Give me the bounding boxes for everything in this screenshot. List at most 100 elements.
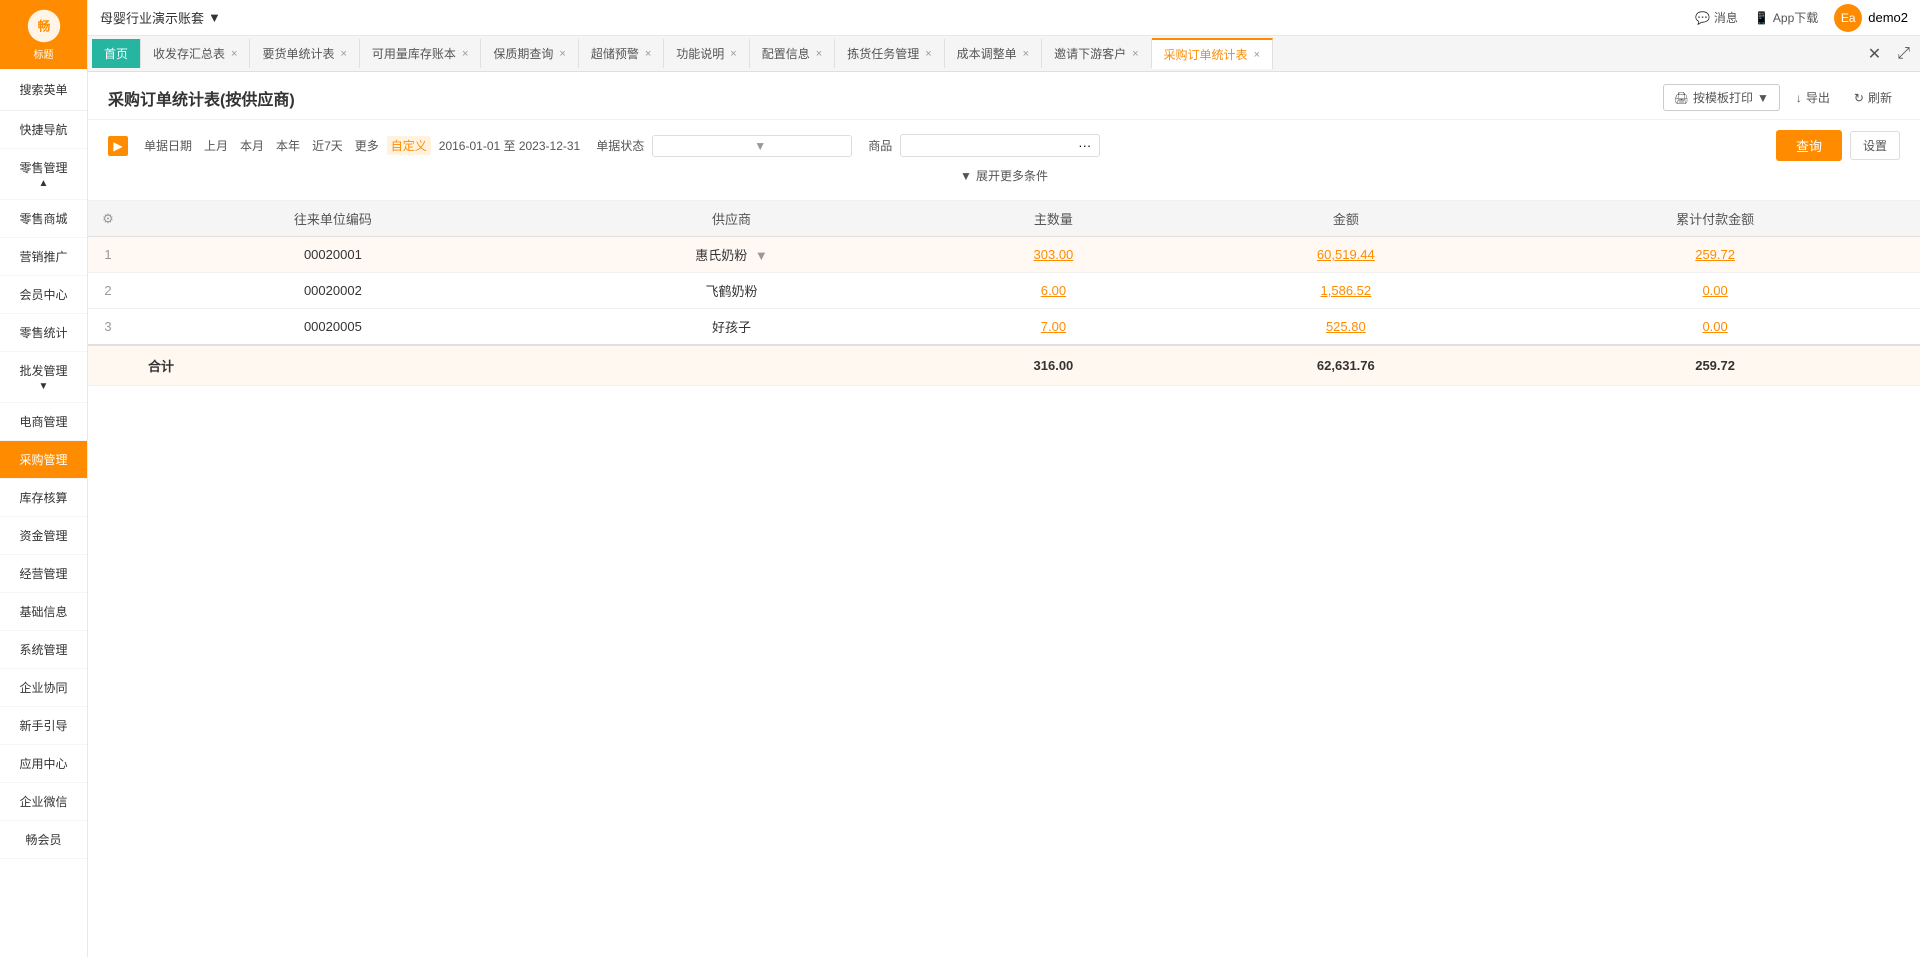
date-this-year-button[interactable]: 本年 xyxy=(272,136,304,155)
tab-yaoqingxiayouke[interactable]: 邀请下游客户 × xyxy=(1042,39,1151,68)
tab-caigoudingtong-close-icon[interactable]: × xyxy=(1254,49,1260,61)
status-select-icon: ▼ xyxy=(754,139,843,153)
tab-shoufafahuizi-close-icon[interactable]: × xyxy=(231,48,237,60)
sidebar-item-ops[interactable]: 经营管理 xyxy=(0,555,87,593)
tab-peizhixinxi-label: 配置信息 xyxy=(762,45,810,62)
col-paid-label: 累计付款金额 xyxy=(1676,212,1754,227)
tab-keyongliang-close-icon[interactable]: × xyxy=(462,48,468,60)
sidebar-item-vip[interactable]: 畅会员 xyxy=(0,821,87,859)
sidebar-item-finance[interactable]: 资金管理 xyxy=(0,517,87,555)
tab-baoyuqi-close-icon[interactable]: × xyxy=(559,48,565,60)
row-paid[interactable]: 0.00 xyxy=(1510,273,1920,309)
workspace-selector[interactable]: 母婴行业演示账套 ▼ xyxy=(100,8,221,27)
row-amount[interactable]: 60,519.44 xyxy=(1181,237,1510,273)
sidebar-item-wechat[interactable]: 企业微信 xyxy=(0,783,87,821)
retail-shop-label: 零售商城 xyxy=(19,210,67,227)
sidebar-item-inventory[interactable]: 库存核算 xyxy=(0,479,87,517)
tab-chengbentiaozhen[interactable]: 成本调整单 × xyxy=(945,39,1042,68)
tab-keyongliang[interactable]: 可用量库存账本 × xyxy=(360,39,481,68)
sidebar-item-purchase[interactable]: 采购管理 xyxy=(0,441,87,479)
sidebar-item-appcenter[interactable]: 应用中心 xyxy=(0,745,87,783)
tab-peizhixinxi[interactable]: 配置信息 × xyxy=(750,39,835,68)
tab-shoufafahuizi[interactable]: 收发存汇总表 × xyxy=(141,39,250,68)
row-qty[interactable]: 6.00 xyxy=(925,273,1181,309)
tab-yaoqingxiayouke-close-icon[interactable]: × xyxy=(1132,48,1138,60)
sidebar-item-basic[interactable]: 基础信息 xyxy=(0,593,87,631)
tab-gongneng[interactable]: 功能说明 × xyxy=(664,39,749,68)
footer-empty xyxy=(88,345,128,386)
corp-label: 企业协同 xyxy=(19,679,67,696)
date-7days-button[interactable]: 近7天 xyxy=(308,136,347,155)
table-settings-icon[interactable]: ⚙ xyxy=(102,211,114,226)
date-prev-month-button[interactable]: 上月 xyxy=(200,136,232,155)
tab-paihuorenwu-close-icon[interactable]: × xyxy=(925,48,931,60)
print-dropdown-icon: ▼ xyxy=(1757,91,1769,105)
tab-yaohuo[interactable]: 要货单统计表 × xyxy=(250,39,359,68)
expand-more-label: 展开更多条件 xyxy=(976,167,1048,184)
page-actions: 🖨 按模板打印 ▼ ↓ 导出 ↻ 刷新 xyxy=(1663,84,1900,111)
tab-yaoqingxiayouke-label: 邀请下游客户 xyxy=(1054,45,1126,62)
tab-gongneng-close-icon[interactable]: × xyxy=(730,48,736,60)
date-this-month-button[interactable]: 本月 xyxy=(236,136,268,155)
row-paid[interactable]: 259.72 xyxy=(1510,237,1920,273)
topbar: 母婴行业演示账套 ▼ 💬 消息 📱 App下载 Ea demo2 xyxy=(88,0,1920,36)
date-custom-badge[interactable]: 自定义 xyxy=(387,136,431,155)
goods-search-input[interactable] xyxy=(909,139,1074,153)
newbie-label: 新手引导 xyxy=(19,717,67,734)
sidebar-item-system[interactable]: 系统管理 xyxy=(0,631,87,669)
tab-chaochuyujing-close-icon[interactable]: × xyxy=(645,48,651,60)
tab-peizhixinxi-close-icon[interactable]: × xyxy=(816,48,822,60)
sidebar-item-marketing[interactable]: 营销推广 xyxy=(0,238,87,276)
export-button[interactable]: ↓ 导出 xyxy=(1788,85,1838,110)
app-icon: 📱 xyxy=(1754,11,1769,25)
tab-close-all-button[interactable]: ✕ xyxy=(1862,42,1887,66)
sidebar-item-ecommerce[interactable]: 电商管理 xyxy=(0,403,87,441)
expand-row-icon[interactable]: ▼ xyxy=(755,248,768,263)
sidebar-item-retail-shop[interactable]: 零售商城 xyxy=(0,200,87,238)
filter-toggle-button[interactable]: ▶ xyxy=(108,136,128,156)
message-button[interactable]: 💬 消息 xyxy=(1695,9,1738,26)
tabbar: 首页 收发存汇总表 × 要货单统计表 × 可用量库存账本 × 保质期查询 × 超… xyxy=(88,36,1920,72)
tab-paihuorenwu[interactable]: 拣货任务管理 × xyxy=(835,39,944,68)
wechat-label: 企业微信 xyxy=(19,793,67,810)
tab-chaochuyujing[interactable]: 超储预警 × xyxy=(579,39,664,68)
row-qty[interactable]: 7.00 xyxy=(925,309,1181,346)
retail-label: 零售管理 xyxy=(19,159,67,176)
goods-more-icon[interactable]: ··· xyxy=(1078,138,1091,153)
tab-baoyuqi[interactable]: 保质期查询 × xyxy=(481,39,578,68)
sidebar-item-corp[interactable]: 企业协同 xyxy=(0,669,87,707)
sidebar-item-retail-stats[interactable]: 零售统计 xyxy=(0,314,87,352)
ecommerce-label: 电商管理 xyxy=(19,413,67,430)
sidebar-item-member[interactable]: 会员中心 xyxy=(0,276,87,314)
tab-caigoudingtong[interactable]: 采购订单统计表 × xyxy=(1152,38,1273,69)
status-filter-label: 单据状态 xyxy=(596,137,644,154)
settings-button[interactable]: 设置 xyxy=(1850,131,1900,160)
tab-chengbentiaozhen-close-icon[interactable]: × xyxy=(1023,48,1029,60)
tab-home[interactable]: 首页 xyxy=(92,39,141,68)
col-code: 往来单位编码 xyxy=(128,201,538,237)
col-settings: ⚙ xyxy=(88,201,128,237)
status-select[interactable]: ▼ xyxy=(652,135,852,157)
sidebar-item-retail[interactable]: 零售管理 ▲ xyxy=(0,149,87,200)
sidebar-item-batch[interactable]: 批发管理 ▼ xyxy=(0,352,87,403)
sidebar-item-search[interactable]: 搜索英单 xyxy=(0,69,87,111)
sidebar-item-quicknav[interactable]: 快捷导航 xyxy=(0,111,87,149)
table-header-row: ⚙ 往来单位编码 供应商 主数量 金额 xyxy=(88,201,1920,237)
date-more-button[interactable]: 更多 xyxy=(351,136,383,155)
row-qty[interactable]: 303.00 xyxy=(925,237,1181,273)
app-download-button[interactable]: 📱 App下载 xyxy=(1754,9,1818,26)
row-amount[interactable]: 1,586.52 xyxy=(1181,273,1510,309)
print-button[interactable]: 🖨 按模板打印 ▼ xyxy=(1663,84,1780,111)
date-filter-group: 单据日期 上月 本月 本年 近7天 更多 自定义 2016-01-01 至 20… xyxy=(144,136,580,155)
tab-yaohuo-close-icon[interactable]: × xyxy=(340,48,346,60)
tab-maximize-button[interactable]: ⤢ xyxy=(1891,43,1916,65)
date-shortcuts: 上月 本月 本年 近7天 更多 自定义 xyxy=(200,136,431,155)
row-amount[interactable]: 525.80 xyxy=(1181,309,1510,346)
query-button[interactable]: 查询 xyxy=(1776,130,1842,161)
sidebar-item-newbie[interactable]: 新手引导 xyxy=(0,707,87,745)
row-paid[interactable]: 0.00 xyxy=(1510,309,1920,346)
refresh-button[interactable]: ↻ 刷新 xyxy=(1846,85,1900,110)
message-icon: 💬 xyxy=(1695,11,1710,25)
user-profile[interactable]: Ea demo2 xyxy=(1834,4,1908,32)
expand-more-button[interactable]: ▼ 展开更多条件 xyxy=(108,161,1900,190)
